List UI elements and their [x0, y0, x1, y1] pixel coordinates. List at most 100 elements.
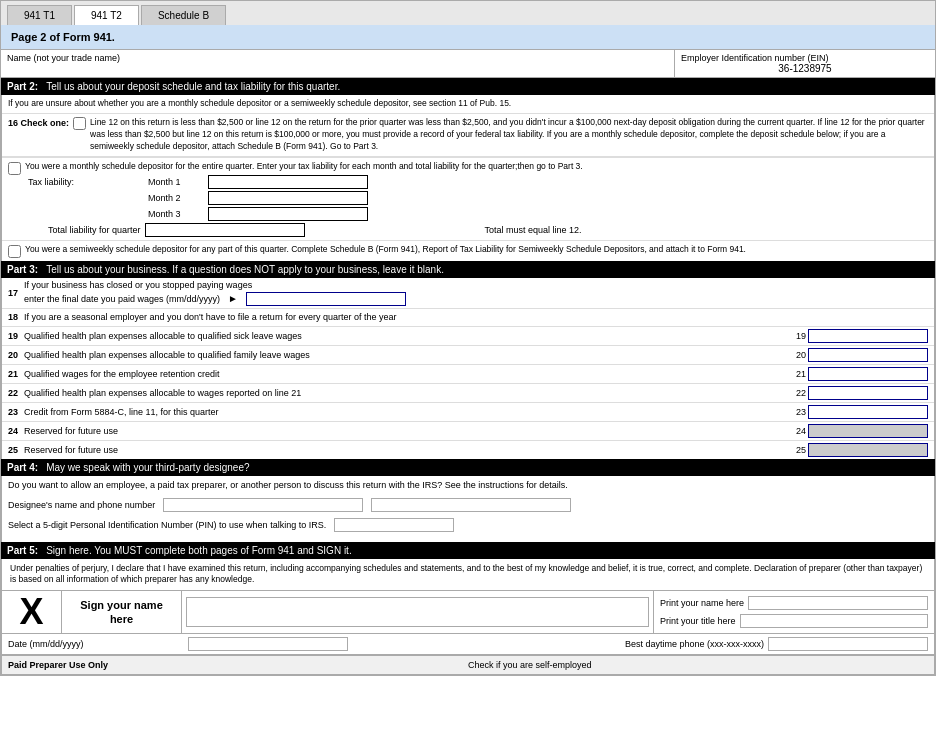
line19-ref: 19 [784, 331, 808, 341]
part5-title: Sign here. You MUST complete both pages … [46, 545, 352, 556]
line17-sub: enter the final date you paid wages (mm/… [24, 294, 220, 304]
line21-input[interactable] [808, 367, 928, 381]
line20-input[interactable] [808, 348, 928, 362]
total-label: Total liability for quarter [48, 225, 141, 235]
sign-right-fields: Print your name here Print your title he… [654, 591, 934, 633]
ein-label: Employer Identification number (EIN) [681, 53, 829, 63]
sign-area: X Sign your name here Print your name he… [2, 591, 934, 634]
pin-label: Select a 5-digit Personal Identification… [8, 520, 326, 530]
line22-row: 22 Qualified health plan expenses alloca… [2, 384, 934, 403]
print-name-input[interactable] [748, 596, 928, 610]
part2-check3-text: You were a semiweekly schedule depositor… [25, 244, 746, 256]
part2-header: Part 2: Tell us about your deposit sched… [1, 78, 935, 95]
part4-section: Part 4: May we speak with your third-par… [1, 459, 935, 542]
paid-preparer-label: Paid Preparer Use Only [8, 660, 468, 670]
line24-row: 24 Reserved for future use 24 [2, 422, 934, 441]
line22-num: 22 [8, 388, 24, 398]
part2-check1-text: Line 12 on this return is less than $2,5… [90, 117, 928, 153]
part5-statement: Under penalties of perjury, I declare th… [2, 559, 934, 592]
part3-label: Part 3: [7, 264, 38, 275]
part4-pin-row: Select a 5-digit Personal Identification… [2, 516, 934, 534]
line17-desc: If your business has closed or you stopp… [24, 280, 928, 290]
name-label: Name (not your trade name) [1, 50, 675, 77]
total-right-text: Total must equal line 12. [485, 225, 582, 235]
pin-input[interactable] [334, 518, 454, 532]
tax-liability-label: Tax liability: [28, 177, 148, 187]
self-employed-label: Check if you are self-employed [468, 660, 928, 670]
page-header: Page 2 of Form 941. [1, 25, 935, 50]
line25-row: 25 Reserved for future use 25 [2, 441, 934, 459]
line23-input[interactable] [808, 405, 928, 419]
line25-input [808, 443, 928, 457]
month3-label: Month 3 [148, 209, 208, 219]
line22-input[interactable] [808, 386, 928, 400]
line17-num: 17 [8, 288, 24, 298]
part2-check1-row: 16 Check one: Line 12 on this return is … [2, 114, 934, 157]
print-title-input[interactable] [740, 614, 928, 628]
line22-ref: 22 [784, 388, 808, 398]
part4-header: Part 4: May we speak with your third-par… [1, 459, 935, 476]
part3-header: Part 3: Tell us about your business. If … [1, 261, 935, 278]
part5-section: Part 5: Sign here. You MUST complete bot… [1, 542, 935, 676]
tab-schedule-b[interactable]: Schedule B [141, 5, 226, 25]
month2-input[interactable] [208, 191, 368, 205]
line19-input[interactable] [808, 329, 928, 343]
line19-num: 19 [8, 331, 24, 341]
line22-desc: Qualified health plan expenses allocable… [24, 388, 784, 398]
line23-desc: Credit from Form 5884-C, line 11, for th… [24, 407, 784, 417]
paid-preparer-row: Paid Preparer Use Only Check if you are … [2, 655, 934, 674]
designee-name-input[interactable] [163, 498, 363, 512]
line21-ref: 21 [784, 369, 808, 379]
line21-num: 21 [8, 369, 24, 379]
line23-ref: 23 [784, 407, 808, 417]
part5-header: Part 5: Sign here. You MUST complete bot… [1, 542, 935, 559]
x-symbol: X [2, 591, 62, 633]
date-input[interactable] [188, 637, 348, 651]
part4-label: Part 4: [7, 462, 38, 473]
part5-label: Part 5: [7, 545, 38, 556]
line25-desc: Reserved for future use [24, 445, 784, 455]
part2-check3-row: You were a semiweekly schedule depositor… [2, 240, 934, 261]
part2-check2-checkbox[interactable] [8, 162, 21, 175]
line16-label: 16 Check one: [8, 117, 69, 130]
month3-input[interactable] [208, 207, 368, 221]
part2-title: Tell us about your deposit schedule and … [46, 81, 340, 92]
total-input[interactable] [145, 223, 305, 237]
designee-phone-input[interactable] [371, 498, 571, 512]
line19-desc: Qualified health plan expenses allocable… [24, 331, 784, 341]
line18-desc: If you are a seasonal employer and you d… [24, 312, 928, 322]
print-title-label: Print your title here [660, 616, 736, 626]
ein-cell: Employer Identification number (EIN) 36-… [675, 50, 935, 77]
tab-941-t2[interactable]: 941 T2 [74, 5, 139, 25]
line23-num: 23 [8, 407, 24, 417]
part2-check3-checkbox[interactable] [8, 245, 21, 258]
line19-row: 19 Qualified health plan expenses alloca… [2, 327, 934, 346]
part4-text: Do you want to allow an employee, a paid… [2, 476, 934, 494]
print-name-label: Print your name here [660, 598, 744, 608]
part2-note: If you are unsure about whether you are … [2, 95, 934, 114]
signature-input-area [182, 591, 654, 633]
part2-check1-checkbox[interactable] [73, 117, 86, 130]
daytime-phone-input[interactable] [768, 637, 928, 651]
part3-section: Part 3: Tell us about your business. If … [1, 261, 935, 459]
part4-designee-row: Designee's name and phone number [2, 494, 934, 516]
line20-desc: Qualified health plan expenses allocable… [24, 350, 784, 360]
line21-desc: Qualified wages for the employee retenti… [24, 369, 784, 379]
line25-ref: 25 [784, 445, 808, 455]
date-row: Date (mm/dd/yyyy) Best daytime phone (xx… [2, 634, 934, 655]
date-label: Date (mm/dd/yyyy) [8, 639, 188, 649]
signature-input[interactable] [186, 597, 649, 627]
line23-row: 23 Credit from Form 5884-C, line 11, for… [2, 403, 934, 422]
line24-num: 24 [8, 426, 24, 436]
line17-input[interactable] [246, 292, 406, 306]
tab-941-t1[interactable]: 941 T1 [7, 5, 72, 25]
part2-label: Part 2: [7, 81, 38, 92]
part3-title: Tell us about your business. If a questi… [46, 264, 444, 275]
month1-label: Month 1 [148, 177, 208, 187]
part2-check2-text: You were a monthly schedule depositor fo… [25, 161, 583, 171]
line24-desc: Reserved for future use [24, 426, 784, 436]
part2-section: Part 2: Tell us about your deposit sched… [1, 78, 935, 261]
line20-num: 20 [8, 350, 24, 360]
designee-label: Designee's name and phone number [8, 500, 155, 510]
month1-input[interactable] [208, 175, 368, 189]
